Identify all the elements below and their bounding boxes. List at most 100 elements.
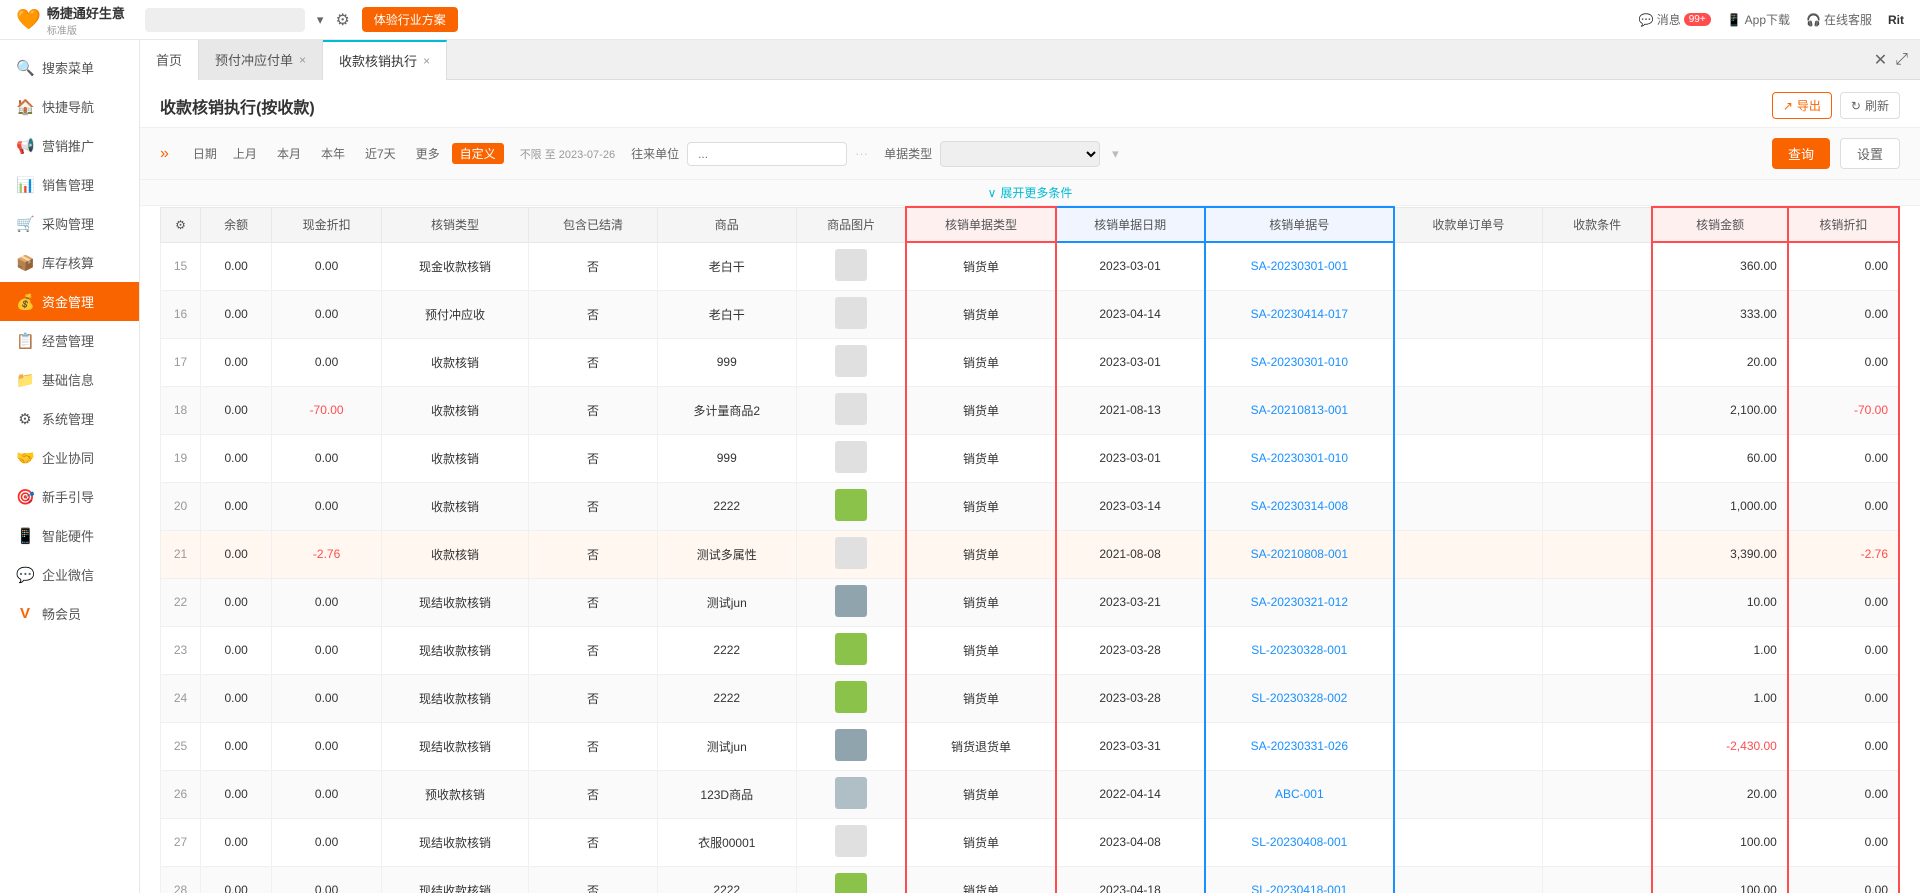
- bill-no-link[interactable]: SA-20210808-001: [1251, 547, 1348, 561]
- date-btn-this-month[interactable]: 本月: [269, 143, 309, 164]
- sidebar-item-nav[interactable]: 🏠 快捷导航: [0, 87, 139, 126]
- bill-no-link[interactable]: SL-20230418-001: [1251, 883, 1347, 893]
- td-balance: 0.00: [201, 722, 272, 770]
- sidebar-item-guide[interactable]: 🎯 新手引导: [0, 477, 139, 516]
- bill-no-link[interactable]: SA-20230301-010: [1251, 355, 1348, 369]
- th-include-settled: 包含已结清: [529, 207, 657, 242]
- app-download-btn[interactable]: 📱 App下载: [1727, 11, 1790, 28]
- bill-no-link[interactable]: SL-20230328-002: [1251, 691, 1347, 705]
- counterparty-input[interactable]: [687, 142, 847, 166]
- bill-no-link[interactable]: SA-20230331-026: [1251, 739, 1348, 753]
- td-receipt-order-no: [1394, 626, 1542, 674]
- sidebar-item-marketing[interactable]: 📢 营销推广: [0, 126, 139, 165]
- table-container[interactable]: ⚙ 余额 现金折扣 核销类型 包含已结清 商品 商品图片 核销单据类型 核销单据…: [140, 206, 1920, 893]
- bill-no-link[interactable]: SA-20230321-012: [1251, 595, 1348, 609]
- sidebar-item-member[interactable]: V 畅会员: [0, 594, 139, 633]
- td-verify-bill-no[interactable]: SA-20230321-012: [1205, 578, 1394, 626]
- td-product: 多计量商品2: [657, 386, 796, 434]
- company-selector[interactable]: [145, 8, 305, 32]
- td-id: 26: [161, 770, 201, 818]
- online-service-btn[interactable]: 🎧 在线客服: [1806, 11, 1872, 28]
- sidebar-item-sales[interactable]: 📊 销售管理: [0, 165, 139, 204]
- td-verify-discount: 0.00: [1788, 674, 1899, 722]
- bill-type-select[interactable]: [940, 141, 1100, 167]
- tab-close-all[interactable]: ✕: [1874, 50, 1887, 70]
- td-receipt-condition: [1542, 290, 1652, 338]
- sidebar-item-collab[interactable]: 🤝 企业协同: [0, 438, 139, 477]
- bill-no-link[interactable]: SA-20230301-001: [1251, 259, 1348, 273]
- th-verify-discount: 核销折扣: [1788, 207, 1899, 242]
- td-verify-bill-no[interactable]: SA-20230314-008: [1205, 482, 1394, 530]
- date-btn-this-year[interactable]: 本年: [313, 143, 353, 164]
- date-btn-last-month[interactable]: 上月: [225, 143, 265, 164]
- expand-more-btn[interactable]: ∨ 展开更多条件: [988, 184, 1073, 201]
- message-btn[interactable]: 💬 消息 99+: [1639, 11, 1711, 28]
- bill-no-link[interactable]: SA-20210813-001: [1251, 403, 1348, 417]
- bill-no-link[interactable]: SL-20230408-001: [1251, 835, 1347, 849]
- td-verify-bill-no[interactable]: SA-20230301-010: [1205, 338, 1394, 386]
- td-verify-bill-no[interactable]: SA-20230331-026: [1205, 722, 1394, 770]
- td-verify-bill-no[interactable]: SL-20230328-002: [1205, 674, 1394, 722]
- tab-maximize[interactable]: ⤢: [1895, 51, 1908, 69]
- sidebar-item-basic-info[interactable]: 📁 基础信息: [0, 360, 139, 399]
- tab-verify[interactable]: 收款核销执行 ×: [323, 40, 447, 80]
- td-verify-bill-no[interactable]: SA-20230301-001: [1205, 242, 1394, 290]
- query-button[interactable]: 查询: [1772, 138, 1830, 169]
- table-settings-icon[interactable]: ⚙: [175, 218, 186, 232]
- td-product-image: [796, 482, 906, 530]
- export-button[interactable]: ↗ 导出: [1772, 92, 1832, 119]
- sidebar-item-label: 智能硬件: [42, 526, 94, 545]
- td-verify-bill-no[interactable]: SA-20230301-010: [1205, 434, 1394, 482]
- dropdown-icon[interactable]: ▾: [317, 12, 324, 28]
- td-verify-bill-no[interactable]: SA-20230414-017: [1205, 290, 1394, 338]
- solution-btn[interactable]: 体验行业方案: [362, 7, 458, 32]
- bill-no-link[interactable]: SL-20230328-001: [1251, 643, 1347, 657]
- refresh-button[interactable]: ↻ 刷新: [1840, 92, 1900, 119]
- bill-no-link[interactable]: ABC-001: [1275, 787, 1324, 801]
- app-icon: 📱: [1727, 13, 1742, 27]
- td-receipt-condition: [1542, 530, 1652, 578]
- bill-no-link[interactable]: SA-20230301-010: [1251, 451, 1348, 465]
- td-cash-discount: 0.00: [272, 818, 381, 866]
- td-verify-bill-no[interactable]: SL-20230408-001: [1205, 818, 1394, 866]
- td-balance: 0.00: [201, 866, 272, 893]
- tab-prepay[interactable]: 预付冲应付单 ×: [199, 40, 323, 80]
- th-settings[interactable]: ⚙: [161, 207, 201, 242]
- date-btn-more[interactable]: 更多: [408, 143, 448, 164]
- td-product-image: [796, 386, 906, 434]
- sidebar-item-inventory[interactable]: 📦 库存核算: [0, 243, 139, 282]
- table-row: 23 0.00 0.00 现结收款核销 否 2222 销货单 2023-03-2…: [161, 626, 1900, 674]
- sidebar-item-management[interactable]: 📋 经营管理: [0, 321, 139, 360]
- td-verify-bill-no[interactable]: ABC-001: [1205, 770, 1394, 818]
- filter-collapse-btn[interactable]: »: [160, 145, 169, 163]
- td-verify-bill-no[interactable]: SL-20230418-001: [1205, 866, 1394, 893]
- sidebar-item-weixin[interactable]: 💬 企业微信: [0, 555, 139, 594]
- td-product: 2222: [657, 482, 796, 530]
- td-verify-bill-no[interactable]: SL-20230328-001: [1205, 626, 1394, 674]
- td-verify-bill-date: 2023-03-01: [1056, 338, 1205, 386]
- user-name[interactable]: Rit: [1888, 13, 1904, 27]
- tab-verify-close[interactable]: ×: [423, 54, 430, 68]
- date-btn-custom[interactable]: 自定义: [452, 143, 504, 164]
- page-title: 收款核销执行(按收款): [160, 94, 315, 118]
- td-include-settled: 否: [529, 434, 657, 482]
- td-product-image: [796, 530, 906, 578]
- tab-home[interactable]: 首页: [140, 40, 199, 80]
- settings-icon[interactable]: ⚙: [335, 10, 349, 30]
- td-cash-discount: 0.00: [272, 626, 381, 674]
- sidebar-item-finance[interactable]: 💰 资金管理: [0, 282, 139, 321]
- td-id: 16: [161, 290, 201, 338]
- td-verify-bill-no[interactable]: SA-20210808-001: [1205, 530, 1394, 578]
- tab-prepay-close[interactable]: ×: [299, 53, 306, 67]
- date-btn-7days[interactable]: 近7天: [357, 143, 404, 164]
- td-verify-bill-type: 销货单: [906, 770, 1055, 818]
- bill-no-link[interactable]: SA-20230414-017: [1251, 307, 1348, 321]
- settings-button[interactable]: 设置: [1840, 138, 1900, 169]
- td-verify-bill-no[interactable]: SA-20210813-001: [1205, 386, 1394, 434]
- bill-no-link[interactable]: SA-20230314-008: [1251, 499, 1348, 513]
- sidebar-item-search[interactable]: 🔍 搜索菜单: [0, 48, 139, 87]
- sidebar-item-system[interactable]: ⚙ 系统管理: [0, 399, 139, 438]
- tabs-right-actions: ✕ ⤢: [1874, 50, 1920, 70]
- sidebar-item-hardware[interactable]: 📱 智能硬件: [0, 516, 139, 555]
- sidebar-item-purchase[interactable]: 🛒 采购管理: [0, 204, 139, 243]
